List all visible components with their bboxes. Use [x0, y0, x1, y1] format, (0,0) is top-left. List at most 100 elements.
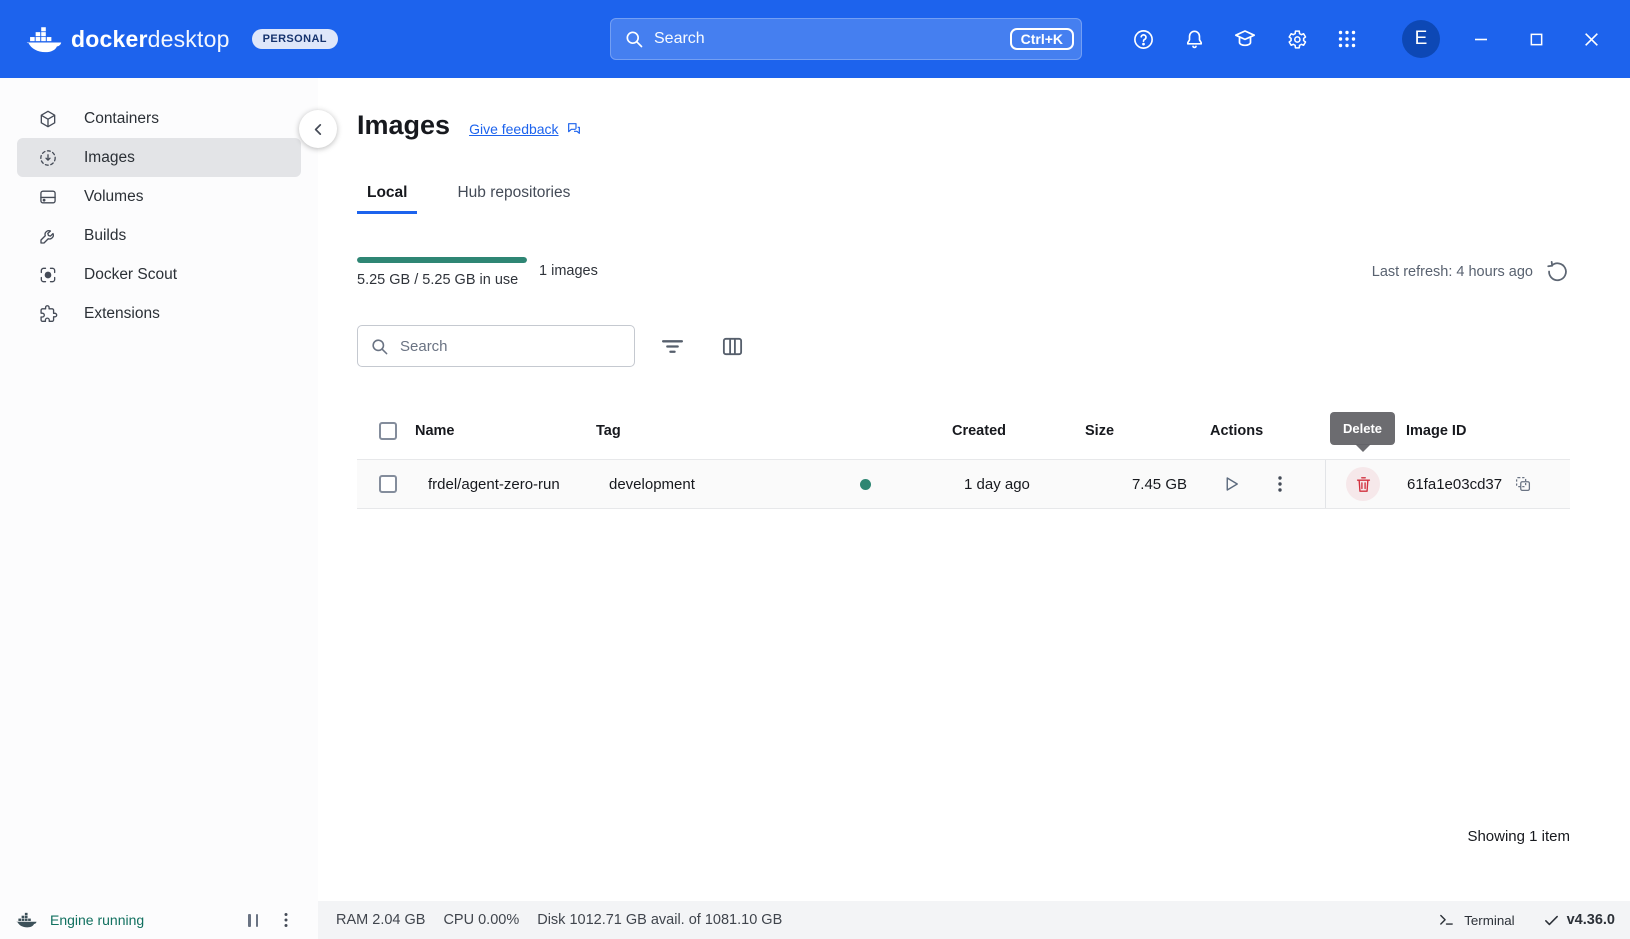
sidebar-item-containers[interactable]: Containers: [17, 99, 301, 138]
sidebar-item-label: Containers: [84, 109, 159, 127]
tab-hub-repositories[interactable]: Hub repositories: [447, 184, 580, 214]
table-row[interactable]: frdel/agent-zero-run development 1 day a…: [357, 459, 1570, 509]
chevron-left-icon: [314, 123, 321, 135]
sidebar-item-extensions[interactable]: Extensions: [17, 294, 301, 333]
run-image-button[interactable]: [1221, 474, 1241, 494]
image-created: 1 day ago: [964, 475, 1030, 493]
tab-local[interactable]: Local: [357, 184, 418, 214]
in-use-status-dot: [860, 478, 871, 490]
docker-whale-status-icon: [16, 912, 37, 928]
sidebar-item-images[interactable]: Images: [17, 138, 301, 177]
resource-stats: RAM 2.04 GB CPU 0.00% Disk 1012.71 GB av…: [318, 901, 1630, 939]
ram-usage: RAM 2.04 GB: [336, 912, 426, 928]
refresh-icon[interactable]: [1545, 259, 1570, 284]
help-icon[interactable]: [1131, 27, 1155, 51]
window-minimize-button[interactable]: [1472, 30, 1490, 48]
shortcut-badge: Ctrl+K: [1009, 28, 1074, 50]
row-menu-kebab-icon[interactable]: [1273, 475, 1287, 493]
sidebar-item-label: Volumes: [84, 187, 144, 205]
select-all-checkbox[interactable]: [379, 422, 397, 440]
images-search-input[interactable]: [400, 337, 622, 355]
image-size: 7.45 GB: [1131, 475, 1187, 493]
delete-tooltip: Delete: [1330, 412, 1396, 445]
sidebar-item-builds[interactable]: Builds: [17, 216, 301, 255]
sidebar-item-label: Builds: [84, 226, 127, 244]
row-checkbox[interactable]: [379, 475, 397, 493]
give-feedback-link[interactable]: Give feedback: [469, 121, 582, 137]
copy-image-id-icon[interactable]: [1514, 475, 1532, 493]
sidebar: Containers Images Volumes Builds Docker …: [0, 78, 318, 901]
title-bar: dockerdesktop PERSONAL Ctrl+K E: [0, 0, 1630, 78]
trash-icon: [1356, 476, 1370, 492]
usage-bar-fill: [357, 257, 527, 263]
column-header-size[interactable]: Size: [1077, 423, 1199, 439]
usage-bar: [357, 257, 527, 263]
extensions-puzzle-icon: [40, 304, 58, 322]
filter-icon[interactable]: [659, 333, 685, 359]
page-title: Images: [357, 110, 451, 140]
feedback-icon: [567, 123, 580, 134]
builds-wrench-icon: [40, 229, 54, 244]
image-id-cell: 61fa1e03cd37: [1325, 460, 1570, 508]
engine-status[interactable]: Engine running: [50, 912, 144, 928]
brand-name: docker desktop: [71, 26, 230, 53]
sidebar-item-volumes[interactable]: Volumes: [17, 177, 301, 216]
terminal-label: Terminal: [1464, 912, 1515, 928]
status-bar: Engine running RAM 2.04 GB CPU 0.00% Dis…: [0, 901, 1630, 939]
volumes-disk-icon: [40, 190, 56, 203]
sidebar-collapse-button[interactable]: [299, 110, 337, 148]
window-maximize-button[interactable]: [1527, 30, 1545, 48]
global-search[interactable]: Ctrl+K: [610, 18, 1082, 60]
learning-center-icon[interactable]: [1233, 27, 1257, 51]
last-refresh: Last refresh: 4 hours ago: [1372, 259, 1570, 284]
column-header-tag[interactable]: Tag: [596, 423, 832, 439]
disk-usage: 5.25 GB / 5.25 GB in use: [357, 257, 527, 288]
sidebar-item-label: Images: [84, 148, 135, 166]
user-avatar[interactable]: E: [1402, 20, 1440, 58]
give-feedback-label: Give feedback: [469, 121, 559, 137]
table-toolbar: [357, 325, 1570, 367]
settings-gear-icon[interactable]: [1284, 27, 1308, 51]
terminal-button[interactable]: Terminal: [1438, 912, 1515, 929]
column-header-name[interactable]: Name: [415, 423, 596, 439]
window-controls: [1472, 30, 1600, 48]
showing-count: Showing 1 item: [1467, 828, 1570, 845]
images-search[interactable]: [357, 325, 635, 367]
sidebar-item-label: Extensions: [84, 304, 160, 322]
topbar-icons: E: [1131, 20, 1440, 58]
brand: docker desktop PERSONAL: [26, 26, 338, 53]
row-actions: [1199, 460, 1325, 508]
cpu-usage: CPU 0.00%: [443, 912, 520, 928]
delete-image-button[interactable]: [1346, 467, 1380, 501]
image-id: 61fa1e03cd37: [1407, 475, 1503, 493]
notifications-bell-icon[interactable]: [1182, 27, 1206, 51]
columns-icon[interactable]: [719, 333, 745, 359]
window-close-button[interactable]: [1582, 30, 1600, 48]
images-page: Images Give feedback Local Hub repositor…: [318, 78, 1630, 901]
check-icon: [1544, 915, 1558, 925]
disk-usage-stat: Disk 1012.71 GB avail. of 1081.10 GB: [537, 912, 783, 928]
sidebar-item-docker-scout[interactable]: Docker Scout: [17, 255, 301, 294]
terminal-icon: [1440, 914, 1454, 925]
image-tag: development: [609, 475, 695, 493]
image-name: frdel/agent-zero-run: [428, 475, 560, 493]
column-header-created[interactable]: Created: [952, 423, 1077, 439]
pause-engine-icon[interactable]: [248, 913, 258, 927]
version-info: v4.36.0: [1543, 912, 1615, 929]
search-icon: [626, 31, 643, 48]
column-header-actions: Actions: [1210, 423, 1264, 439]
global-search-input[interactable]: [654, 30, 1000, 48]
usage-row: 5.25 GB / 5.25 GB in use 1 images Last r…: [357, 257, 1570, 288]
docker-desktop-window: dockerdesktop PERSONAL Ctrl+K E: [0, 0, 1630, 939]
containers-cube-icon: [40, 110, 56, 127]
images-icon: [40, 149, 56, 166]
last-refresh-text: Last refresh: 4 hours ago: [1371, 263, 1533, 280]
apps-grid-icon[interactable]: [1335, 27, 1359, 51]
engine-menu-kebab-icon[interactable]: [280, 912, 292, 928]
sidebar-item-label: Docker Scout: [84, 265, 178, 283]
plan-badge: PERSONAL: [251, 29, 338, 49]
usage-text: 5.25 GB / 5.25 GB in use: [357, 272, 519, 288]
docker-scout-icon: [40, 267, 56, 282]
engine-status-area: Engine running: [0, 901, 318, 939]
images-count: 1 images: [539, 263, 598, 279]
